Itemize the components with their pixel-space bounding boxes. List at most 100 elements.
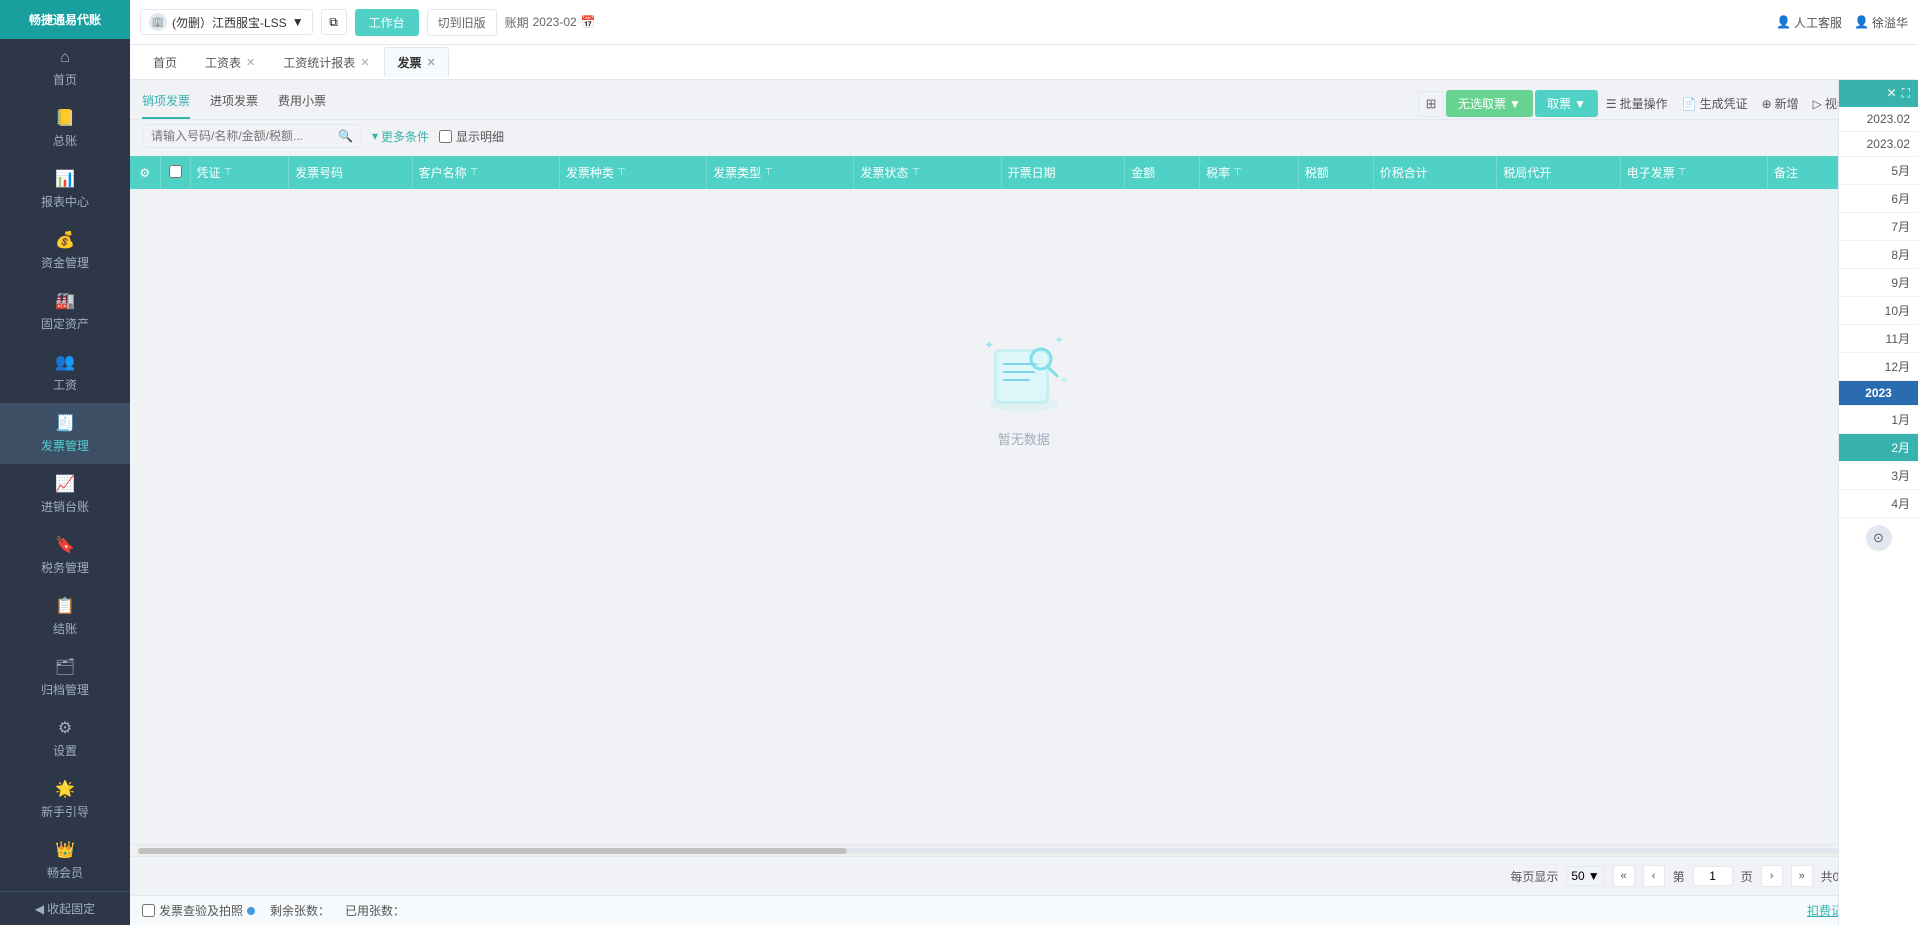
tab-salary-stats[interactable]: 工资统计报表 ✕ [270,47,382,77]
date-panel-close-icon[interactable]: ✕ [1887,86,1897,101]
no-select-ticket-button[interactable]: 无选取票 ▼ [1446,90,1533,117]
tab-salary-table[interactable]: 工资表 ✕ [192,47,268,77]
date-item-2023-month-4[interactable]: 4月 [1839,490,1918,518]
sidebar-item-ledger[interactable]: 📒 总账 [0,98,130,159]
tab-invoice[interactable]: 发票 ✕ [384,47,448,77]
th-checkbox[interactable] [160,156,190,189]
date-item-2023-month-1[interactable]: 1月 [1839,406,1918,434]
period-label-text: 账期 [505,14,529,31]
sidebar-label-sales: 进销台账 [41,498,89,515]
show-detail-checkbox-label[interactable]: 显示明细 [439,128,504,145]
select-all-checkbox[interactable] [169,165,182,178]
company-selector[interactable]: 🏢 (勿删）江西服宝-LSS ▼ [140,9,313,35]
sidebar-item-settings[interactable]: ⚙ 设置 [0,708,130,769]
th-invoice-type: 发票种类⊤ [559,156,706,189]
sidebar-label-closing: 结账 [53,620,77,637]
date-item-month-12[interactable]: 12月 [1839,353,1918,381]
dropdown-btn-icon: ▼ [1509,97,1521,111]
th-tax-code-label: 税局代开 [1503,166,1551,180]
sidebar-item-assets[interactable]: 🏭 固定资产 [0,281,130,342]
sidebar-item-home[interactable]: ⌂ 首页 [0,39,130,98]
invoice-icon: 🧾 [55,413,75,433]
user-profile-button[interactable]: 👤 徐溢华 [1854,14,1908,31]
invoice-status-filter-icon[interactable]: ⊤ [911,167,920,178]
date-item-2023-02-b[interactable]: 2023.02 [1839,132,1918,157]
search-input[interactable] [151,129,333,143]
invoice-category-filter-icon[interactable]: ⊤ [764,167,773,178]
voucher-filter-icon[interactable]: ⊤ [224,167,233,178]
collapse-button[interactable]: ◀ 收起固定 [0,892,130,925]
tax-rate-filter-icon[interactable]: ⊤ [1233,167,1242,178]
date-item-month-10[interactable]: 10月 [1839,297,1918,325]
customer-service-button[interactable]: 👤 人工客服 [1776,14,1842,31]
user-name: 徐溢华 [1872,14,1908,31]
copy-button[interactable]: ⧉ [321,9,347,35]
next-page-button[interactable]: › [1761,865,1783,887]
customer-filter-icon[interactable]: ⊤ [470,167,479,178]
generate-voucher-button[interactable]: 📄 生成凭证 [1676,91,1754,116]
date-item-2023-month-3[interactable]: 3月 [1839,462,1918,490]
switch-version-button[interactable]: 切到旧版 [427,9,497,36]
subtab-expense-receipt[interactable]: 费用小票 [278,88,326,119]
date-item-month-11[interactable]: 11月 [1839,325,1918,353]
tab-salary-stats-close[interactable]: ✕ [360,56,369,69]
date-item-month-5[interactable]: 5月 [1839,157,1918,185]
sidebar-item-funds[interactable]: 💰 资金管理 [0,220,130,281]
date-panel-bottom: ⊙ [1839,518,1918,558]
take-ticket-button[interactable]: 取票 ▼ [1535,90,1598,117]
date-panel-bottom-icon[interactable]: ⊙ [1866,525,1892,551]
tab-home[interactable]: 首页 [140,47,190,77]
e-invoice-filter-icon[interactable]: ⊤ [1678,167,1687,178]
th-open-date: 开票日期 [1001,156,1125,189]
empty-state: ✦ ✦ ✦ 暂无数据 [130,249,1918,528]
batch-op-button[interactable]: ☰ 批量操作 [1600,91,1674,116]
service-icon: 👤 [1776,15,1791,29]
new-icon: ⊕ [1762,97,1772,111]
new-button[interactable]: ⊕ 新增 [1756,91,1805,116]
sidebar-item-invoice[interactable]: 🧾 发票管理 [0,403,130,464]
more-filter-button[interactable]: ▾ 更多条件 [372,128,429,145]
show-detail-checkbox[interactable] [439,130,452,143]
sidebar-item-salary[interactable]: 👥 工资 [0,342,130,403]
tabbar: 首页 工资表 ✕ 工资统计报表 ✕ 发票 ✕ [130,45,1918,80]
sidebar-item-tax[interactable]: 🔖 税务管理 [0,525,130,586]
first-page-button[interactable]: « [1613,865,1635,887]
subtab-sales-invoice[interactable]: 销项发票 [142,88,190,119]
workbench-button[interactable]: 工作台 [355,9,419,36]
tab-invoice-close[interactable]: ✕ [427,56,436,69]
last-page-button[interactable]: » [1791,865,1813,887]
date-item-month-6[interactable]: 6月 [1839,185,1918,213]
invoice-type-filter-icon[interactable]: ⊤ [617,167,626,178]
sidebar-label-guide: 新手引导 [41,803,89,820]
sidebar-item-closing[interactable]: 📋 结账 [0,586,130,647]
verify-checkbox[interactable] [142,904,155,917]
sidebar-item-member[interactable]: 👑 畅会员 [0,830,130,891]
date-item-month-7[interactable]: 7月 [1839,213,1918,241]
subtab-purchase-invoice[interactable]: 进项发票 [210,88,258,119]
date-item-2023-month-2[interactable]: 2月 [1839,434,1918,462]
grid-view-icon[interactable]: ⊞ [1418,91,1444,117]
topbar-right: 👤 人工客服 👤 徐溢华 [1776,14,1908,31]
prev-page-button[interactable]: ‹ [1643,865,1665,887]
empty-state-cell: ✦ ✦ ✦ 暂无数据 [130,189,1918,588]
page-number-input[interactable] [1693,866,1733,886]
content-inner: 销项发票 进项发票 费用小票 ⊞ 无选取票 ▼ 取票 ▼ [130,80,1918,925]
date-item-month-9[interactable]: 9月 [1839,269,1918,297]
sidebar-label-ledger: 总账 [53,132,77,149]
horizontal-scrollbar[interactable] [130,844,1918,856]
th-settings[interactable]: ⚙ [130,156,160,189]
sidebar-item-reports[interactable]: 📊 报表中心 [0,159,130,220]
scrollbar-thumb[interactable] [138,848,847,854]
empty-svg: ✦ ✦ ✦ [969,329,1079,419]
sidebar-item-sales[interactable]: 📈 进销台账 [0,464,130,525]
tab-salary-close[interactable]: ✕ [246,56,255,69]
date-panel-max-icon[interactable]: ⛶ [1902,86,1910,101]
page-size-selector[interactable]: 50 ▼ [1566,866,1604,886]
date-item-month-8[interactable]: 8月 [1839,241,1918,269]
sidebar-item-guide[interactable]: 🌟 新手引导 [0,769,130,830]
sidebar-item-archive[interactable]: 🗂 归档管理 [0,647,130,708]
date-item-2023-02-a[interactable]: 2023.02 [1839,107,1918,132]
sidebar-label-salary: 工资 [53,376,77,393]
sidebar-label-home: 首页 [53,71,77,88]
page-size-label: 每页显示 [1510,868,1558,885]
